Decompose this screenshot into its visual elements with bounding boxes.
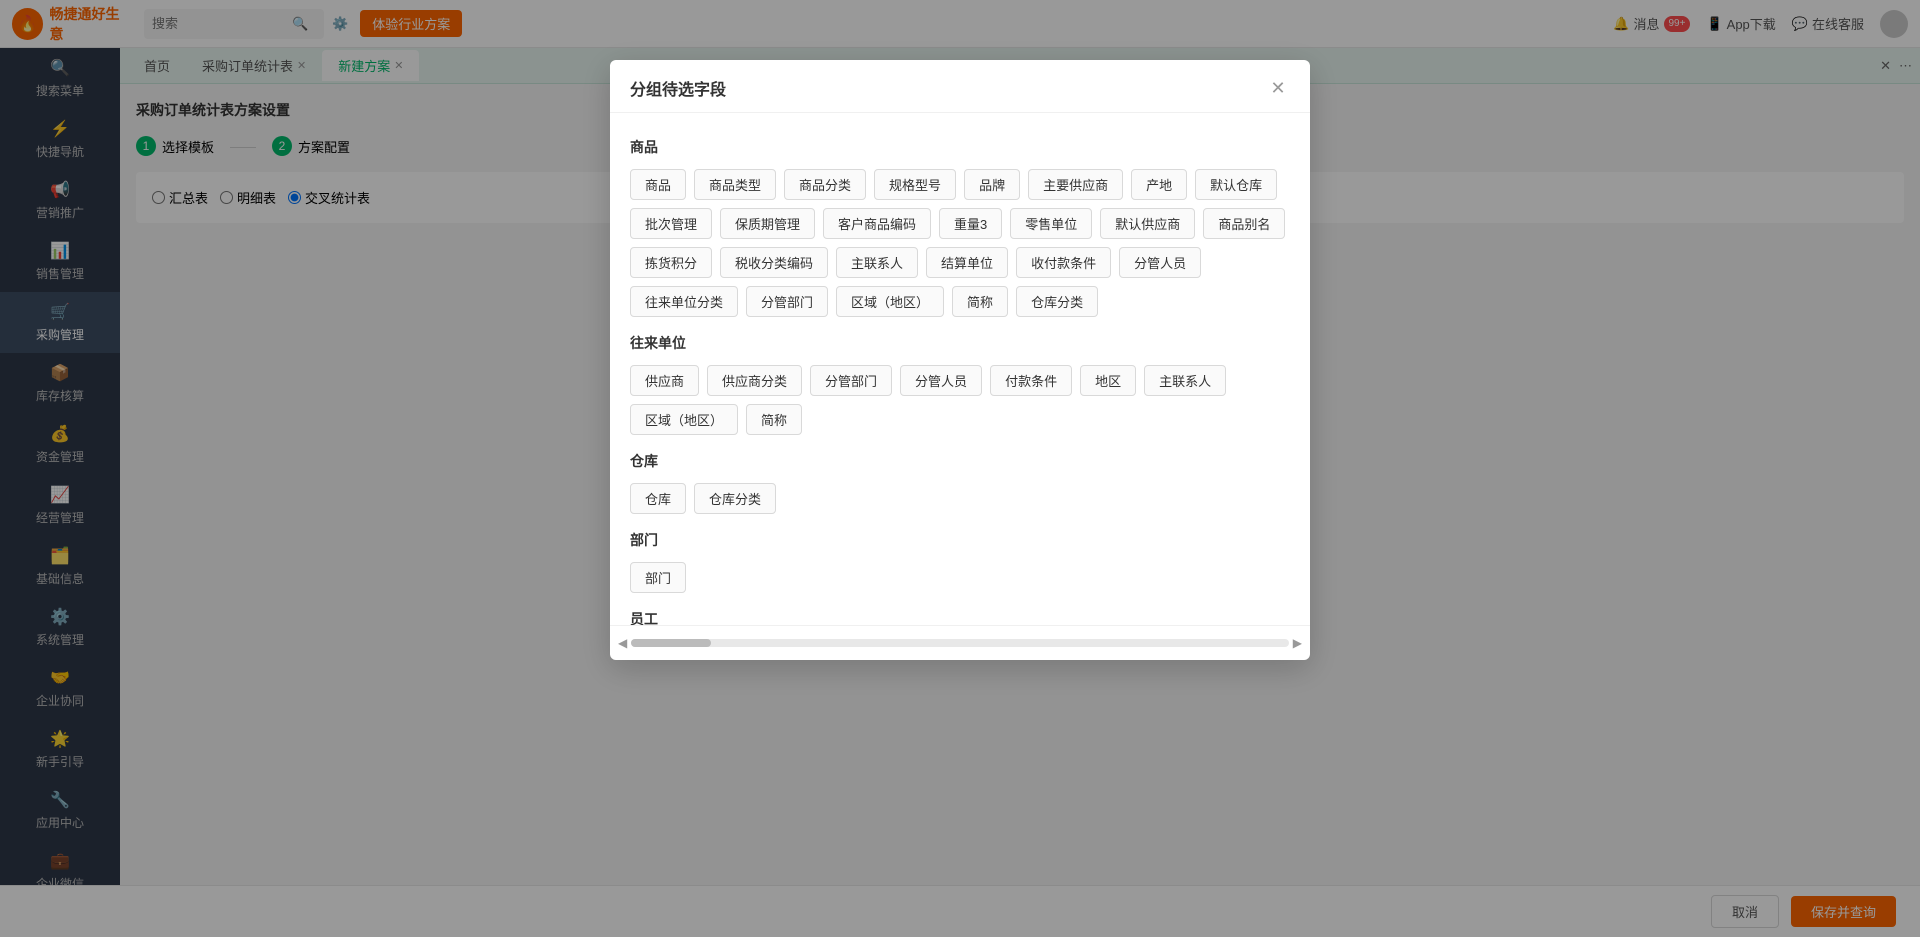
- field-btn-warehouse[interactable]: 仓库: [630, 483, 686, 514]
- field-btn-short-name-product[interactable]: 简称: [952, 286, 1008, 317]
- field-btn-supplier-cat[interactable]: 供应商分类: [707, 365, 802, 396]
- field-btn-product-category[interactable]: 商品分类: [784, 169, 866, 200]
- field-btn-retail-unit[interactable]: 零售单位: [1010, 208, 1092, 239]
- field-grid-partner: 供应商 供应商分类 分管部门 分管人员 付款条件 地区 主联系人 区域（地区） …: [630, 365, 1290, 435]
- section-title-product: 商品: [630, 137, 1290, 157]
- field-btn-product-type[interactable]: 商品类型: [694, 169, 776, 200]
- field-btn-default-supplier[interactable]: 默认供应商: [1100, 208, 1195, 239]
- h-scrollbar-thumb[interactable]: [631, 639, 711, 647]
- section-title-dept: 部门: [630, 530, 1290, 550]
- modal-field-select: 分组待选字段 ✕ 商品 商品 商品类型 商品分类 规格型号 品牌 主要供应商 产…: [610, 60, 1310, 660]
- field-btn-default-warehouse[interactable]: 默认仓库: [1195, 169, 1277, 200]
- modal-body: 商品 商品 商品类型 商品分类 规格型号 品牌 主要供应商 产地 默认仓库 批次…: [610, 113, 1310, 625]
- field-btn-person-partner[interactable]: 分管人员: [900, 365, 982, 396]
- field-grid-dept: 部门: [630, 562, 1290, 593]
- field-btn-product[interactable]: 商品: [630, 169, 686, 200]
- modal-overlay: 分组待选字段 ✕ 商品 商品 商品类型 商品分类 规格型号 品牌 主要供应商 产…: [0, 0, 1920, 937]
- h-scrollbar-track: [631, 639, 1289, 647]
- field-btn-shelf-life[interactable]: 保质期管理: [720, 208, 815, 239]
- field-btn-spec-model[interactable]: 规格型号: [874, 169, 956, 200]
- field-btn-main-supplier[interactable]: 主要供应商: [1028, 169, 1123, 200]
- field-btn-dept-partner[interactable]: 分管部门: [810, 365, 892, 396]
- section-title-warehouse: 仓库: [630, 451, 1290, 471]
- modal-header: 分组待选字段 ✕: [610, 60, 1310, 113]
- field-btn-product-alias[interactable]: 商品别名: [1203, 208, 1285, 239]
- field-btn-contact-partner[interactable]: 主联系人: [1144, 365, 1226, 396]
- field-btn-batch-mgmt[interactable]: 批次管理: [630, 208, 712, 239]
- field-btn-supervisor[interactable]: 分管人员: [1119, 247, 1201, 278]
- field-btn-settlement-unit[interactable]: 结算单位: [926, 247, 1008, 278]
- field-btn-origin[interactable]: 产地: [1131, 169, 1187, 200]
- field-btn-region-product[interactable]: 区域（地区）: [836, 286, 944, 317]
- field-btn-payment-condition[interactable]: 付款条件: [990, 365, 1072, 396]
- field-btn-dept[interactable]: 部门: [630, 562, 686, 593]
- section-title-employee: 员工: [630, 609, 1290, 625]
- field-btn-tax-code[interactable]: 税收分类编码: [720, 247, 828, 278]
- field-btn-pick-points[interactable]: 拣货积分: [630, 247, 712, 278]
- modal-close-btn[interactable]: ✕: [1266, 76, 1290, 100]
- scroll-left-arrow[interactable]: ◀: [618, 636, 627, 650]
- field-btn-dept-managed[interactable]: 分管部门: [746, 286, 828, 317]
- field-btn-short-name-partner[interactable]: 简称: [746, 404, 802, 435]
- field-btn-brand[interactable]: 品牌: [964, 169, 1020, 200]
- field-btn-warehouse-category[interactable]: 仓库分类: [1016, 286, 1098, 317]
- field-btn-payment-terms[interactable]: 收付款条件: [1016, 247, 1111, 278]
- modal-title: 分组待选字段: [630, 76, 726, 100]
- field-btn-unit-category[interactable]: 往来单位分类: [630, 286, 738, 317]
- field-btn-region-partner[interactable]: 地区: [1080, 365, 1136, 396]
- modal-bottom-scrollbar-area: ◀ ▶: [610, 625, 1310, 660]
- section-title-partner: 往来单位: [630, 333, 1290, 353]
- field-grid-warehouse: 仓库 仓库分类: [630, 483, 1290, 514]
- field-btn-area-partner[interactable]: 区域（地区）: [630, 404, 738, 435]
- field-grid-product: 商品 商品类型 商品分类 规格型号 品牌 主要供应商 产地 默认仓库 批次管理 …: [630, 169, 1290, 317]
- field-btn-main-contact[interactable]: 主联系人: [836, 247, 918, 278]
- field-btn-warehouse-cat[interactable]: 仓库分类: [694, 483, 776, 514]
- field-btn-customer-code[interactable]: 客户商品编码: [823, 208, 931, 239]
- scroll-right-arrow[interactable]: ▶: [1293, 636, 1302, 650]
- field-btn-weight[interactable]: 重量3: [939, 208, 1002, 239]
- field-btn-supplier[interactable]: 供应商: [630, 365, 699, 396]
